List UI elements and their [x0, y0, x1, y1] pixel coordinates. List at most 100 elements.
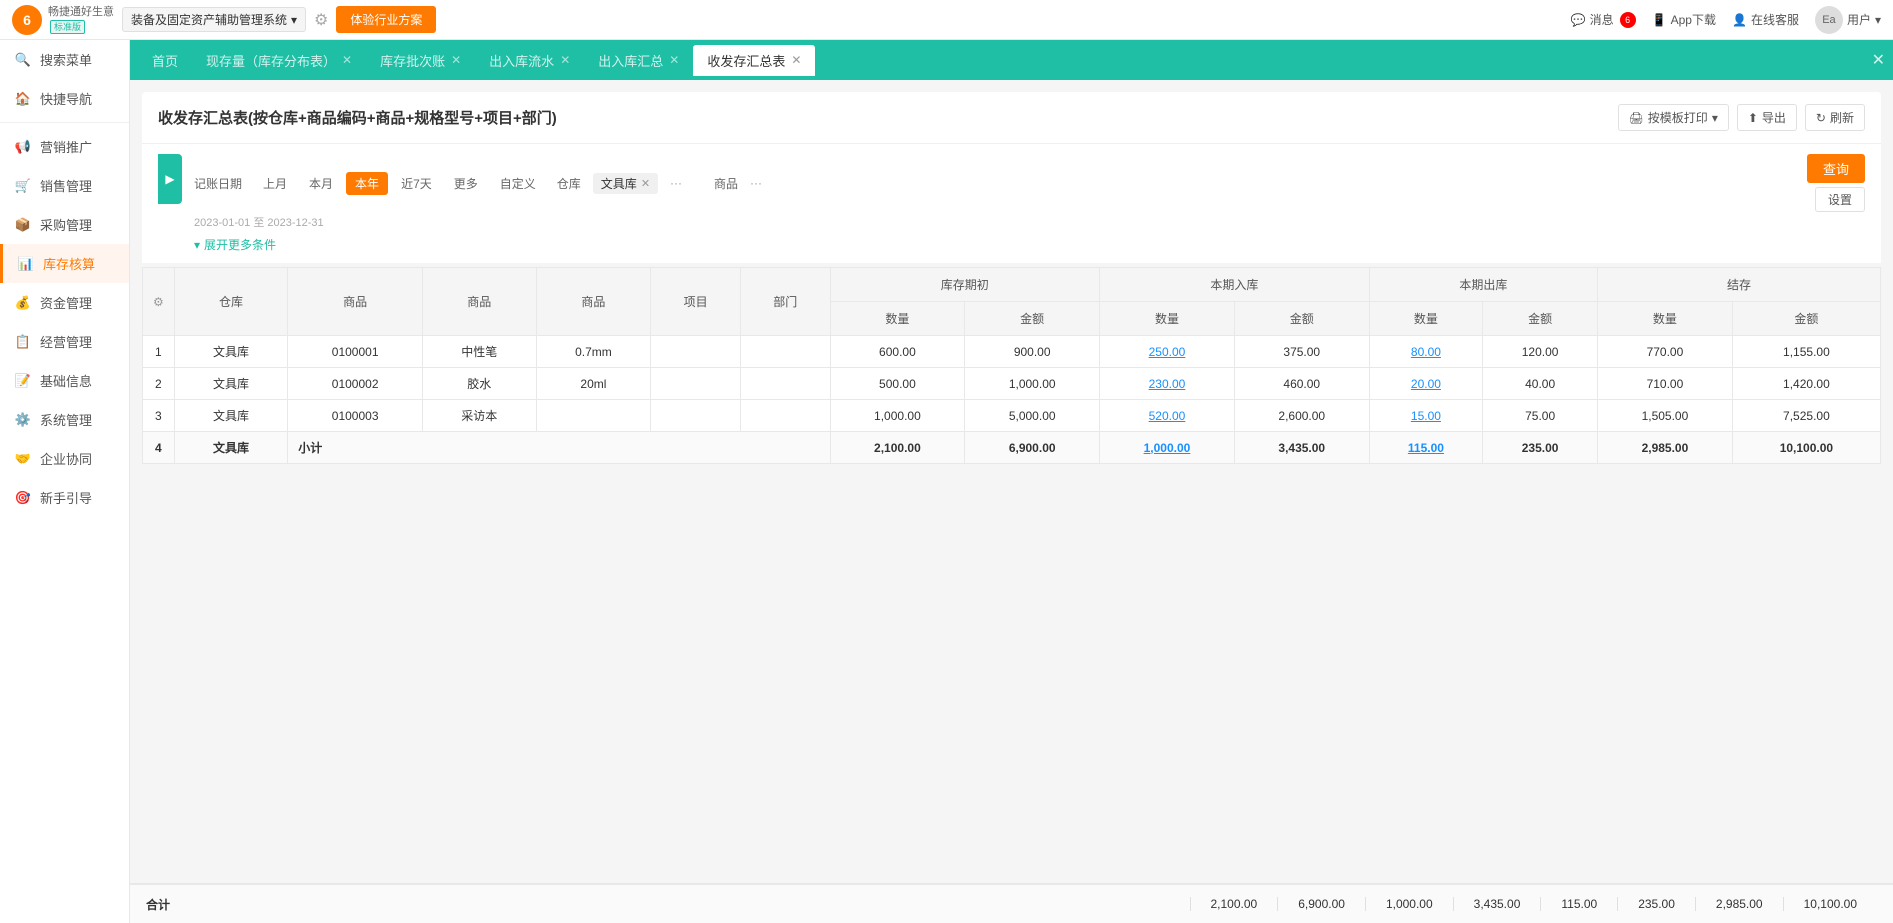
- app-download-label: App下载: [1671, 11, 1716, 28]
- settings-btn[interactable]: 设置: [1815, 187, 1865, 212]
- date-btn-this-year[interactable]: 本年: [346, 172, 388, 195]
- sidebar-item-operations[interactable]: 📋 经营管理: [0, 322, 129, 361]
- query-btn[interactable]: 查询: [1807, 154, 1865, 183]
- tab-close-icon[interactable]: ✕: [451, 53, 461, 67]
- system-icon: ⚙️: [14, 411, 32, 429]
- date-btn-this-month[interactable]: 本月: [300, 172, 342, 195]
- experience-btn[interactable]: 体验行业方案: [336, 6, 436, 33]
- filter-content: 记账日期 上月 本月 本年 近7天 更多 自定义: [194, 154, 1865, 253]
- online-service-group[interactable]: 👤 在线客服: [1732, 11, 1799, 28]
- system-selector[interactable]: 装备及固定资产辅助管理系统 ▾: [122, 7, 306, 32]
- tab-close-icon[interactable]: ✕: [669, 53, 679, 67]
- row-spec: [536, 400, 651, 432]
- date-btn-custom[interactable]: 自定义: [491, 172, 545, 195]
- th-init-qty: 数量: [830, 302, 965, 336]
- sidebar-item-guide[interactable]: 🎯 新手引导: [0, 478, 129, 517]
- row-in-qty[interactable]: 250.00: [1100, 336, 1235, 368]
- sidebar-item-basic-info[interactable]: 📝 基础信息: [0, 361, 129, 400]
- expand-label: 展开更多条件: [204, 236, 276, 253]
- goods-more[interactable]: ···: [750, 176, 762, 190]
- date-filter: 上月 本月 本年 近7天 更多 自定义: [254, 172, 545, 195]
- purchase-icon: 📦: [14, 216, 32, 234]
- sidebar-item-purchase[interactable]: 📦 采购管理: [0, 205, 129, 244]
- print-template-btn[interactable]: 🖨 按模板打印 ▾: [1618, 104, 1729, 131]
- row-in-amt: 2,600.00: [1234, 400, 1369, 432]
- top-bar-left: 6 畅捷通好生意 标准版 装备及固定资产辅助管理系统 ▾ ⚙ 体验行业方案: [12, 5, 436, 35]
- message-group[interactable]: 💬 消息 6: [1571, 11, 1636, 28]
- row-code: 0100003: [288, 400, 423, 432]
- th-bal-amt: 金额: [1732, 302, 1880, 336]
- total-init-amt: 6,900.00: [1278, 897, 1366, 911]
- user-group[interactable]: Ea 用户 ▾: [1815, 6, 1881, 34]
- row-warehouse: 文具库: [174, 336, 287, 368]
- sidebar-item-label: 快捷导航: [40, 89, 92, 108]
- table-settings-icon[interactable]: ⚙: [153, 295, 164, 309]
- gear-icon[interactable]: ⚙: [314, 10, 328, 30]
- sidebar-item-marketing[interactable]: 📢 营销推广: [0, 127, 129, 166]
- date-btn-more[interactable]: 更多: [445, 172, 487, 195]
- row-out-qty[interactable]: 115.00: [1369, 432, 1483, 464]
- row-name: 采访本: [423, 400, 536, 432]
- sidebar-item-quick-nav[interactable]: 🏠 快捷导航: [0, 79, 129, 118]
- row-project: [651, 336, 741, 368]
- row-bal-amt: 10,100.00: [1732, 432, 1880, 464]
- warehouse-tag-close[interactable]: ✕: [641, 177, 650, 190]
- tab-close-icon[interactable]: ✕: [791, 53, 801, 67]
- row-warehouse: 文具库: [174, 400, 287, 432]
- app-download-group[interactable]: 📱 App下载: [1652, 11, 1716, 28]
- sidebar-item-label: 系统管理: [40, 410, 92, 429]
- sidebar-item-system[interactable]: ⚙️ 系统管理: [0, 400, 129, 439]
- total-bal-amt: 10,100.00: [1783, 897, 1877, 911]
- content-area: 首页 现存量（库存分布表） ✕ 库存批次账 ✕ 出入库流水 ✕ 出入库汇总 ✕: [130, 40, 1893, 923]
- th-init-amt: 金额: [965, 302, 1100, 336]
- tab-batch-ledger[interactable]: 库存批次账 ✕: [366, 45, 475, 76]
- date-btn-last-month[interactable]: 上月: [254, 172, 296, 195]
- sidebar-item-search-menu[interactable]: 🔍 搜索菜单: [0, 40, 129, 79]
- tab-close-icon[interactable]: ✕: [560, 53, 570, 67]
- tab-in-out-summary[interactable]: 出入库汇总 ✕: [584, 45, 693, 76]
- row-bal-qty: 2,985.00: [1598, 432, 1733, 464]
- sidebar-item-inventory[interactable]: 📊 库存核算: [0, 244, 129, 283]
- th-out-qty: 数量: [1369, 302, 1483, 336]
- filter-main-row: ▶ 记账日期 上月 本月 本年 近7天: [158, 154, 1865, 253]
- tab-label: 首页: [152, 51, 178, 70]
- export-btn[interactable]: ⬆ 导出: [1737, 104, 1797, 131]
- row-out-qty[interactable]: 15.00: [1369, 400, 1483, 432]
- close-all-tabs-icon[interactable]: ✕: [1872, 50, 1885, 70]
- th-warehouse: 仓库: [174, 268, 287, 336]
- refresh-icon: ↻: [1816, 111, 1826, 125]
- row-out-amt: 120.00: [1483, 336, 1598, 368]
- avatar: Ea: [1815, 6, 1843, 34]
- sidebar-item-enterprise[interactable]: 🤝 企业协同: [0, 439, 129, 478]
- refresh-btn[interactable]: ↻ 刷新: [1805, 104, 1865, 131]
- tab-label: 库存批次账: [380, 51, 445, 70]
- tab-close-icon[interactable]: ✕: [342, 53, 352, 67]
- row-bal-amt: 7,525.00: [1732, 400, 1880, 432]
- push-arrow[interactable]: ▶: [158, 154, 182, 204]
- sidebar-item-sales[interactable]: 🛒 销售管理: [0, 166, 129, 205]
- row-out-qty[interactable]: 20.00: [1369, 368, 1483, 400]
- tab-home[interactable]: 首页: [138, 45, 192, 76]
- sidebar-item-label: 新手引导: [40, 488, 92, 507]
- row-dept: [740, 400, 830, 432]
- row-in-qty[interactable]: 520.00: [1100, 400, 1235, 432]
- sidebar-item-finance[interactable]: 💰 资金管理: [0, 283, 129, 322]
- th-stock-out: 本期出库: [1369, 268, 1597, 302]
- row-init-amt: 900.00: [965, 336, 1100, 368]
- filter-row: 记账日期 上月 本月 本年 近7天 更多 自定义: [194, 154, 1865, 212]
- tab-inventory-dist[interactable]: 现存量（库存分布表） ✕: [192, 45, 366, 76]
- row-code: 0100001: [288, 336, 423, 368]
- tab-in-out-flow[interactable]: 出入库流水 ✕: [475, 45, 584, 76]
- tab-receive-summary[interactable]: 收发存汇总表 ✕: [693, 45, 815, 76]
- page-content: 收发存汇总表(按仓库+商品编码+商品+规格型号+项目+部门) 🖨 按模板打印 ▾…: [130, 80, 1893, 883]
- logo-text: 畅捷通好生意 标准版: [48, 5, 114, 34]
- row-in-qty[interactable]: 1,000.00: [1100, 432, 1235, 464]
- row-out-qty[interactable]: 80.00: [1369, 336, 1483, 368]
- row-in-qty[interactable]: 230.00: [1100, 368, 1235, 400]
- message-badge: 6: [1620, 12, 1636, 28]
- warehouse-more[interactable]: ···: [670, 176, 682, 190]
- goods-filter-label: 商品: [714, 175, 738, 192]
- expand-btn[interactable]: ▾ 展开更多条件: [194, 236, 1865, 253]
- row-bal-qty: 770.00: [1598, 336, 1733, 368]
- date-btn-7days[interactable]: 近7天: [392, 172, 441, 195]
